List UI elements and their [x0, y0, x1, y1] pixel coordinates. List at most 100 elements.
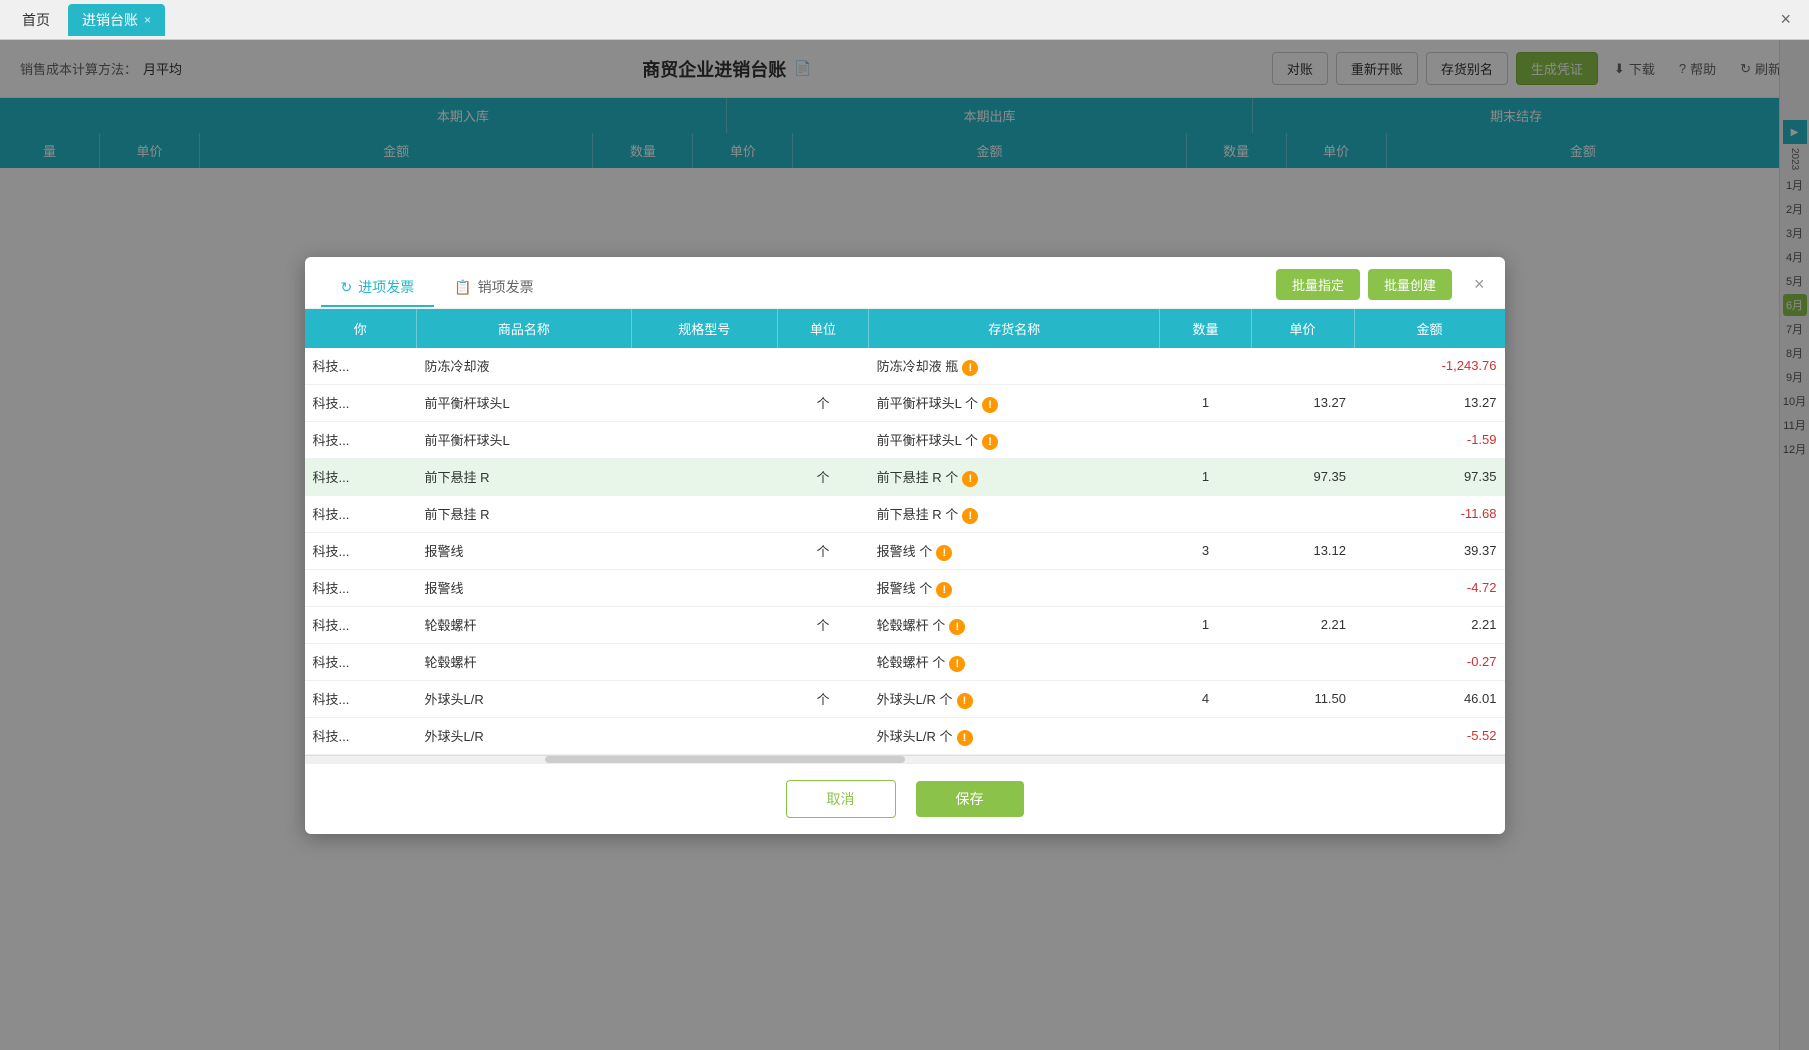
table-row: 科技...前平衡杆球头L个前平衡杆球头L 个!113.2713.27 — [305, 384, 1505, 421]
th-product-name: 商品名称 — [417, 309, 632, 348]
table-cell: 前平衡杆球头L 个! — [869, 384, 1160, 421]
warn-icon: ! — [949, 656, 965, 672]
table-cell — [631, 421, 777, 458]
warn-icon: ! — [982, 434, 998, 450]
table-cell — [1160, 569, 1251, 606]
table-cell: 4 — [1160, 680, 1251, 717]
table-cell: 2.21 — [1354, 606, 1504, 643]
table-cell: 报警线 — [417, 532, 632, 569]
table-cell: -4.72 — [1354, 569, 1504, 606]
warn-icon: ! — [957, 693, 973, 709]
table-cell — [1251, 643, 1354, 680]
modal-tab-outbound[interactable]: 📋 销项发票 — [434, 269, 553, 307]
table-cell — [1251, 421, 1354, 458]
table-cell — [1160, 643, 1251, 680]
modal-dialog: ↻ 进项发票 📋 销项发票 批量指定 批量创建 × — [305, 257, 1505, 834]
table-cell: 39.37 — [1354, 532, 1504, 569]
table-header-row: 你 商品名称 规格型号 单位 存货名称 数量 单价 金额 — [305, 309, 1505, 348]
table-cell — [1251, 348, 1354, 385]
table-cell: 科技... — [305, 717, 417, 754]
outbound-tab-icon: 📋 — [454, 279, 471, 296]
table-cell: 3 — [1160, 532, 1251, 569]
modal-table-container[interactable]: 你 商品名称 规格型号 单位 存货名称 数量 单价 金额 科技...防冻冷却液防… — [305, 309, 1505, 755]
table-cell — [631, 643, 777, 680]
table-cell: 个 — [777, 606, 868, 643]
table-cell: 报警线 — [417, 569, 632, 606]
table-row: 科技...报警线个报警线 个!313.1239.37 — [305, 532, 1505, 569]
table-cell: 外球头L/R 个! — [869, 680, 1160, 717]
tab-ledger-close[interactable]: × — [144, 13, 151, 27]
table-cell — [1251, 569, 1354, 606]
warn-icon: ! — [949, 619, 965, 635]
table-cell: -5.52 — [1354, 717, 1504, 754]
table-row: 科技...轮毂螺杆个轮毂螺杆 个!12.212.21 — [305, 606, 1505, 643]
table-cell: 97.35 — [1354, 458, 1504, 495]
batch-create-button[interactable]: 批量创建 — [1368, 269, 1452, 300]
table-cell — [777, 421, 868, 458]
table-cell: 科技... — [305, 458, 417, 495]
warn-icon: ! — [936, 545, 952, 561]
table-cell: 轮毂螺杆 — [417, 643, 632, 680]
table-cell: 科技... — [305, 421, 417, 458]
window-close-button[interactable]: × — [1770, 5, 1801, 34]
batch-assign-button[interactable]: 批量指定 — [1276, 269, 1360, 300]
horizontal-scrollbar[interactable] — [305, 755, 1505, 763]
table-cell: -0.27 — [1354, 643, 1504, 680]
cancel-button[interactable]: 取消 — [786, 780, 896, 818]
tab-ledger-label: 进销台账 — [82, 10, 138, 30]
table-cell: 2.21 — [1251, 606, 1354, 643]
th-col1: 你 — [305, 309, 417, 348]
table-cell — [631, 569, 777, 606]
table-cell — [631, 495, 777, 532]
table-cell — [631, 680, 777, 717]
tab-bar: 首页 进销台账 × × — [0, 0, 1809, 40]
th-inventory-name: 存货名称 — [869, 309, 1160, 348]
table-cell: 科技... — [305, 643, 417, 680]
warn-icon: ! — [957, 730, 973, 746]
table-cell: 科技... — [305, 569, 417, 606]
warn-icon: ! — [962, 360, 978, 376]
table-cell — [631, 458, 777, 495]
table-cell: -1,243.76 — [1354, 348, 1504, 385]
modal-header: ↻ 进项发票 📋 销项发票 批量指定 批量创建 × — [305, 257, 1505, 309]
table-cell: 前下悬挂 R — [417, 495, 632, 532]
modal-tab-inbound[interactable]: ↻ 进项发票 — [321, 269, 435, 307]
table-cell — [1160, 421, 1251, 458]
table-row: 科技...前下悬挂 R前下悬挂 R 个!-11.68 — [305, 495, 1505, 532]
table-cell — [1160, 495, 1251, 532]
save-button[interactable]: 保存 — [916, 781, 1024, 817]
tab-home[interactable]: 首页 — [8, 4, 64, 36]
table-cell: 防冻冷却液 瓶! — [869, 348, 1160, 385]
table-cell: 前下悬挂 R 个! — [869, 495, 1160, 532]
th-spec: 规格型号 — [631, 309, 777, 348]
table-row: 科技...前下悬挂 R个前下悬挂 R 个!197.3597.35 — [305, 458, 1505, 495]
table-cell: 13.27 — [1251, 384, 1354, 421]
modal-header-actions: 批量指定 批量创建 × — [1276, 269, 1489, 308]
table-cell: 前平衡杆球头L 个! — [869, 421, 1160, 458]
modal-overlay: ↻ 进项发票 📋 销项发票 批量指定 批量创建 × — [0, 40, 1809, 1050]
table-cell: 科技... — [305, 495, 417, 532]
warn-icon: ! — [982, 397, 998, 413]
warn-icon: ! — [962, 471, 978, 487]
table-cell — [777, 348, 868, 385]
table-cell: 个 — [777, 384, 868, 421]
table-row: 科技...外球头L/R外球头L/R 个!-5.52 — [305, 717, 1505, 754]
table-row: 科技...轮毂螺杆 轮毂螺杆 个! -0.27 — [305, 643, 1505, 680]
table-cell: 防冻冷却液 — [417, 348, 632, 385]
table-row: 科技...前平衡杆球头L前平衡杆球头L 个!-1.59 — [305, 421, 1505, 458]
outbound-tab-label: 销项发票 — [478, 277, 534, 297]
warn-icon: ! — [936, 582, 952, 598]
table-cell — [631, 348, 777, 385]
modal-table: 你 商品名称 规格型号 单位 存货名称 数量 单价 金额 科技...防冻冷却液防… — [305, 309, 1505, 755]
table-cell: 46.01 — [1354, 680, 1504, 717]
table-cell: 前下悬挂 R — [417, 458, 632, 495]
table-cell: 轮毂螺杆 个! — [869, 643, 1160, 680]
table-cell — [1160, 348, 1251, 385]
table-cell — [631, 606, 777, 643]
warn-icon: ! — [962, 508, 978, 524]
table-row: 科技...报警线报警线 个!-4.72 — [305, 569, 1505, 606]
modal-close-button[interactable]: × — [1470, 274, 1489, 295]
table-cell — [1251, 495, 1354, 532]
table-row: 科技...防冻冷却液防冻冷却液 瓶!-1,243.76 — [305, 348, 1505, 385]
tab-ledger[interactable]: 进销台账 × — [68, 4, 165, 36]
